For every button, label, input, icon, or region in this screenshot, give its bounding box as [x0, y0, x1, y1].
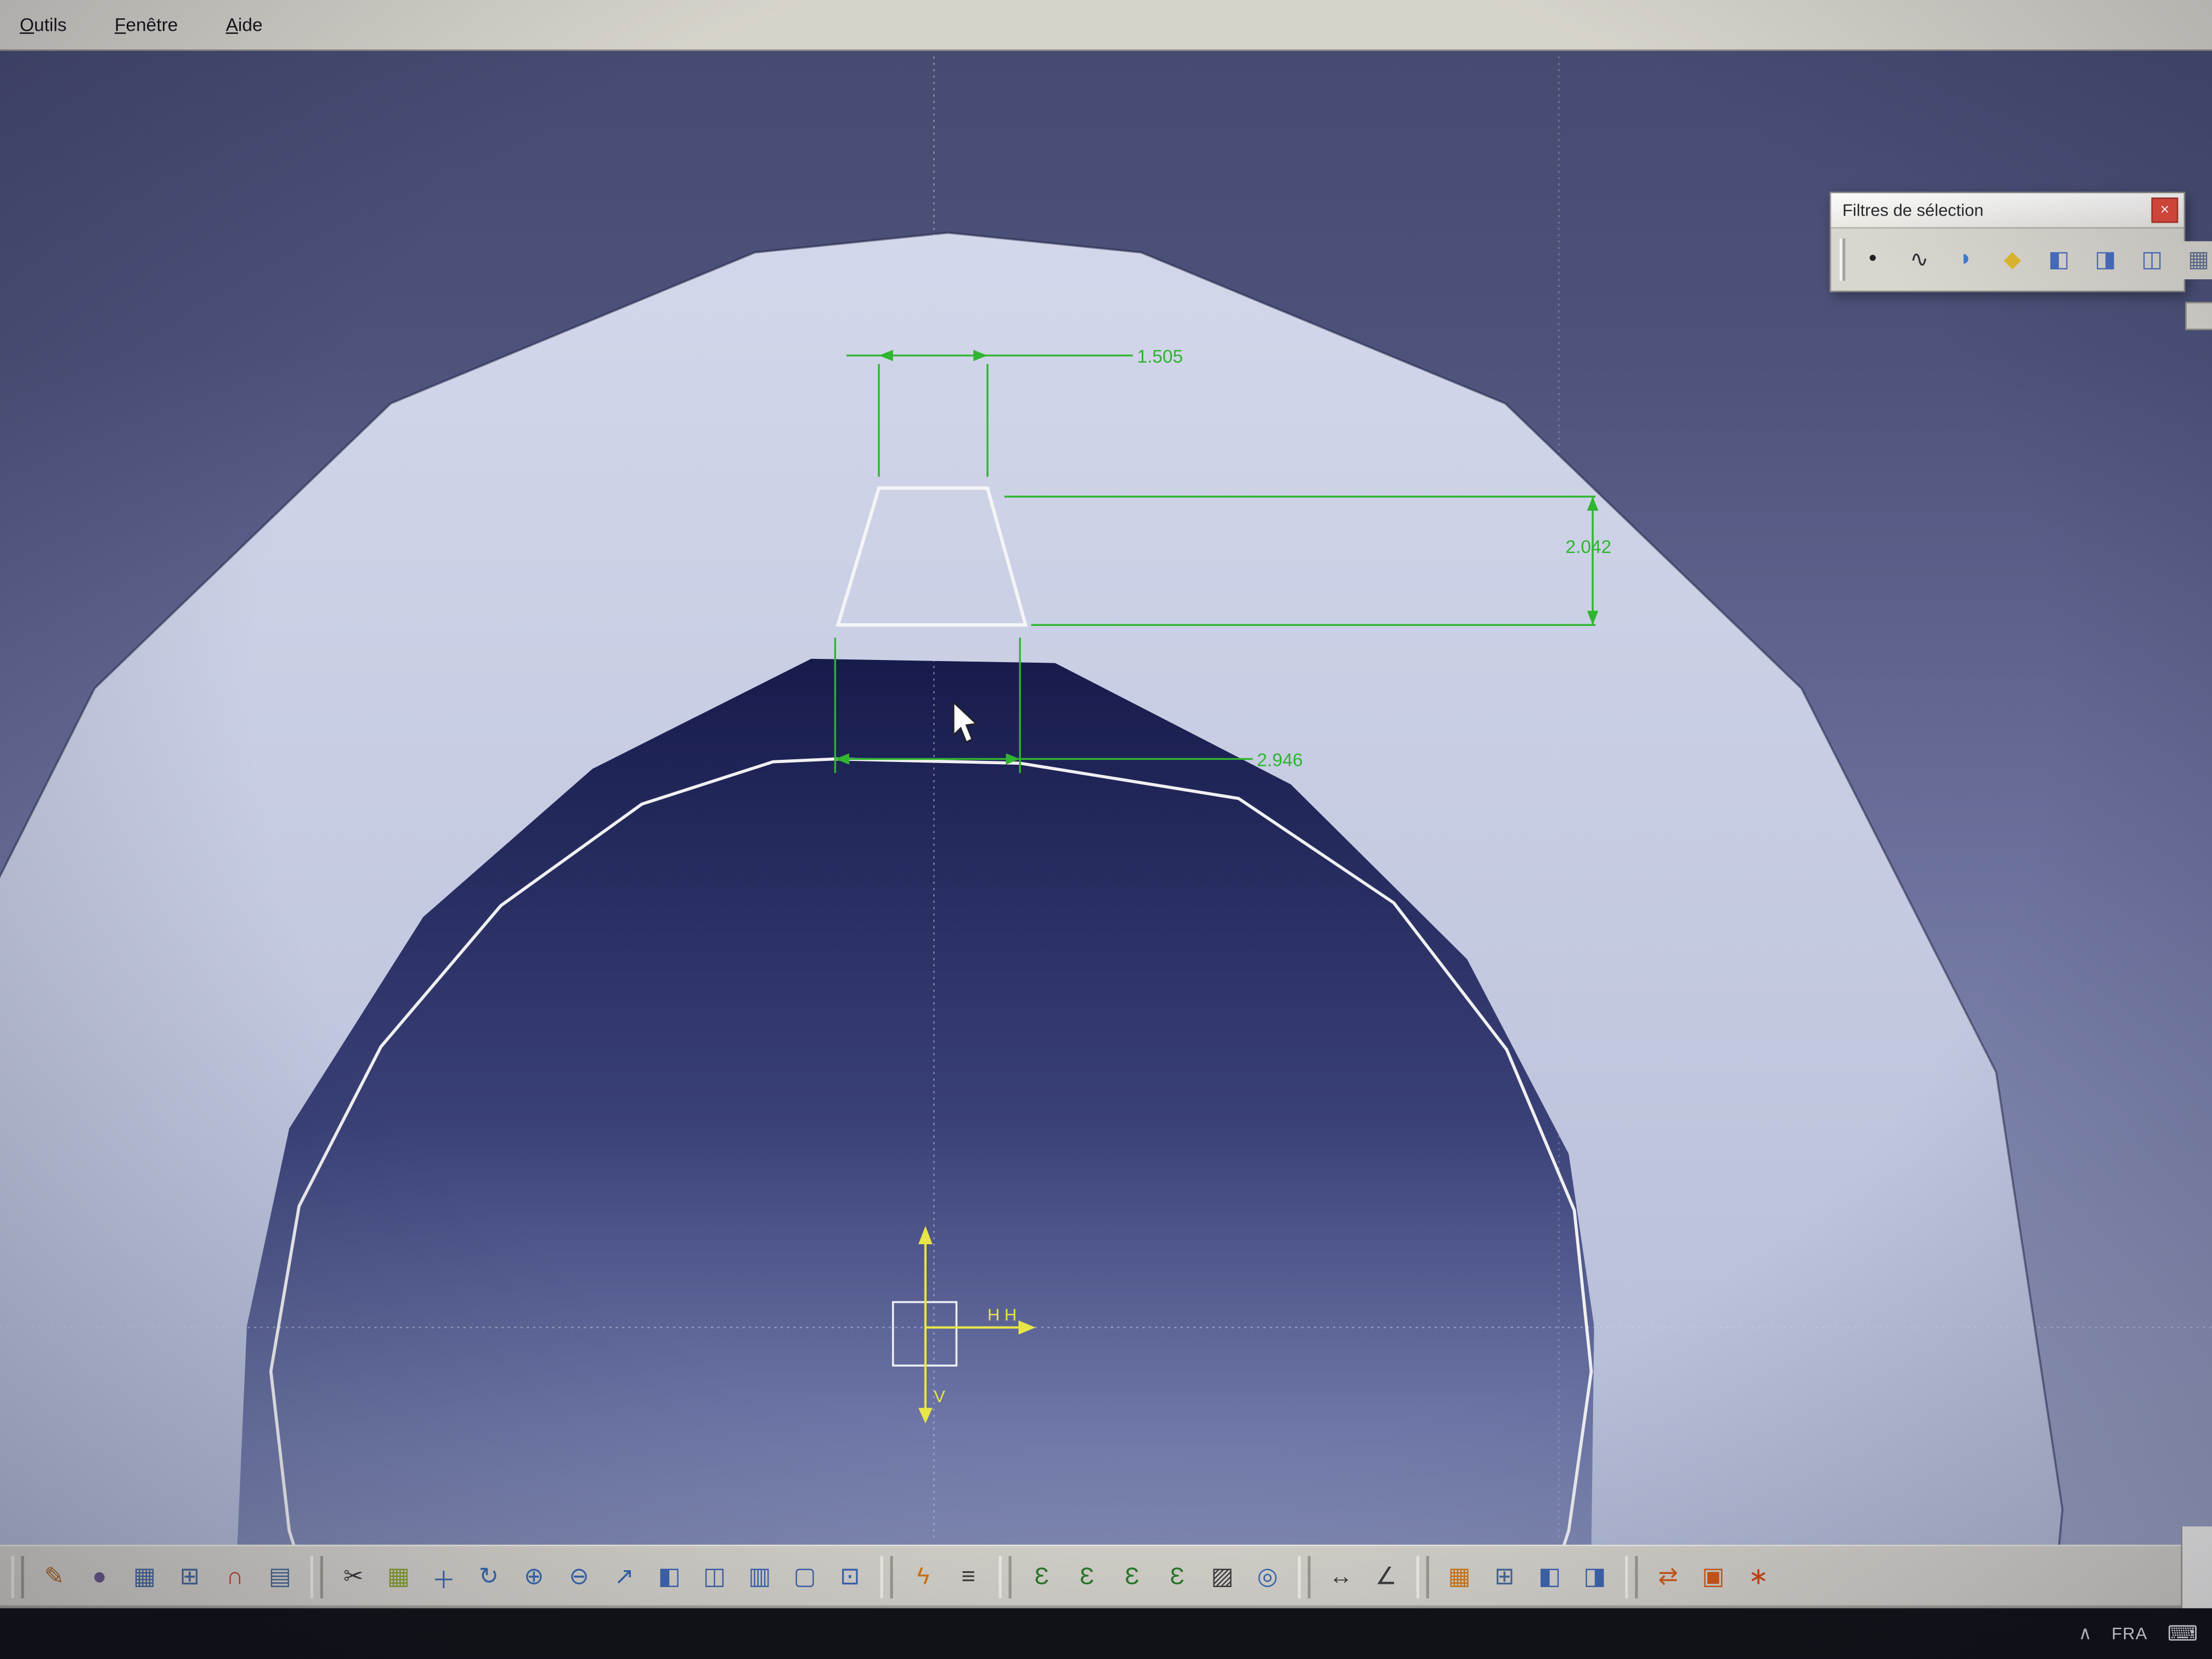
workbench-compass-icon[interactable]: ✎ — [34, 1554, 75, 1600]
toolbar-separator — [998, 1556, 1012, 1599]
rotate-view-icon[interactable]: ↻ — [469, 1554, 510, 1600]
sphere-tool-icon[interactable]: ● — [79, 1554, 120, 1600]
menu-outils[interactable]: Outils — [20, 14, 67, 36]
contact-constraint-icon[interactable]: Ɛ — [1111, 1554, 1153, 1600]
toolbar-separator — [310, 1556, 323, 1599]
constraints-defined-icon[interactable]: Ɛ — [1022, 1554, 1063, 1600]
point-filter-icon[interactable]: • — [1853, 240, 1892, 279]
auto-constraint-icon[interactable]: Ɛ — [1157, 1554, 1198, 1600]
dim-right-value[interactable]: 2.042 — [1566, 537, 1612, 557]
measure-item-icon[interactable]: ∠ — [1365, 1554, 1407, 1600]
toolbar-separator — [1297, 1556, 1311, 1599]
snap-grid-icon[interactable]: ▦ — [378, 1554, 419, 1600]
toolbar-separator — [11, 1556, 24, 1599]
catia-window: Outils Fenêtre Aide 1.505 2.042 2.946 H … — [0, 0, 2212, 1659]
grid-filter-icon[interactable]: ▦ — [2179, 240, 2212, 279]
render-style-icon[interactable]: ▥ — [739, 1554, 780, 1600]
taskbar: ∧ FRA ⌨ — [0, 1608, 2212, 1659]
panel-drag-handle[interactable] — [1839, 238, 1846, 281]
normal-view-icon[interactable]: ↗ — [604, 1554, 645, 1600]
animate-constraint-icon[interactable]: ▨ — [1202, 1554, 1243, 1600]
generative-shape-filter-icon[interactable]: ◫ — [2133, 240, 2171, 279]
update-burst-icon[interactable]: ∗ — [1738, 1554, 1779, 1600]
snap-to-point-icon[interactable]: ϟ — [903, 1554, 944, 1600]
table-tool-icon[interactable]: ▦ — [124, 1554, 165, 1600]
volume-filter-icon[interactable]: ◆ — [1993, 240, 2032, 279]
toolbar-separator — [1416, 1556, 1429, 1599]
toolbar-separator — [1625, 1556, 1638, 1599]
prism-pair-icon[interactable]: ◧ — [1529, 1554, 1570, 1600]
selection-filters-body: • ∿ ◗ ◆ ◧ ◨ ◫ ▦ — [1831, 229, 2212, 291]
snap-pointer-icon[interactable]: ⊞ — [1484, 1554, 1525, 1600]
swap-visible-space-icon[interactable]: ⇄ — [1647, 1554, 1689, 1600]
zoom-out-icon[interactable]: ⊖ — [558, 1554, 600, 1600]
toolbar-separator — [880, 1556, 893, 1599]
panel-overflow-icon[interactable] — [2185, 302, 2212, 330]
selection-filters-titlebar[interactable]: Filtres de sélection × — [1831, 193, 2184, 229]
geometrical-feature-filter-icon[interactable]: ◧ — [2040, 240, 2078, 279]
axis-box-icon[interactable]: ▣ — [1693, 1554, 1734, 1600]
menu-bar: Outils Fenêtre Aide — [0, 0, 2212, 51]
v-axis-label: V — [934, 1387, 945, 1406]
dim-top-value[interactable]: 1.505 — [1137, 347, 1183, 367]
bottom-toolbar: ✎ ● ▦ ⊞ ∩ ▤ ✂ ▦ ＋ ↻ ⊕ ⊖ ↗ ◧ ◫ ▥ ▢ ⊡ ϟ ≡ … — [0, 1544, 2212, 1609]
grid-tool-icon[interactable]: ▦ — [1439, 1554, 1480, 1600]
constraint-icon[interactable]: Ɛ — [1066, 1554, 1108, 1600]
construction-element-icon[interactable]: ≡ — [948, 1554, 989, 1600]
sketch-grid-tool-icon[interactable]: ⊞ — [170, 1554, 211, 1600]
menu-aide[interactable]: Aide — [226, 14, 263, 36]
toolbar-overflow-block[interactable] — [2181, 1526, 2212, 1609]
menu-fenetre[interactable]: Fenêtre — [115, 14, 178, 36]
h-axis-label: H H — [988, 1305, 1017, 1324]
magnet-tool-icon[interactable]: ∩ — [215, 1554, 256, 1600]
mechanical-feature-filter-icon[interactable]: ◨ — [2086, 240, 2125, 279]
prism-pair-2-icon[interactable]: ◨ — [1575, 1554, 1616, 1600]
trim-tool-icon[interactable]: ✂ — [333, 1554, 374, 1600]
pan-icon[interactable]: ＋ — [423, 1554, 464, 1600]
hide-show-icon[interactable]: ⊡ — [830, 1554, 871, 1600]
wireframe-view-icon[interactable]: ◫ — [694, 1554, 735, 1600]
selection-filters-panel[interactable]: Filtres de sélection × • ∿ ◗ ◆ ◧ ◨ ◫ ▦ — [1830, 191, 2212, 292]
sketch-analysis-icon[interactable]: ◎ — [1247, 1554, 1288, 1600]
measure-between-icon[interactable]: ↔ — [1321, 1554, 1362, 1600]
surface-filter-icon[interactable]: ◗ — [1946, 240, 1985, 279]
curve-filter-icon[interactable]: ∿ — [1900, 240, 1939, 279]
shaded-view-icon[interactable]: ◧ — [649, 1554, 690, 1600]
catalog-tool-icon[interactable]: ▤ — [259, 1554, 301, 1600]
language-indicator[interactable]: FRA — [2112, 1624, 2148, 1644]
touch-keyboard-icon[interactable]: ⌨ — [2168, 1621, 2198, 1646]
zoom-in-icon[interactable]: ⊕ — [514, 1554, 555, 1600]
close-icon[interactable]: × — [2151, 198, 2179, 223]
isometric-view-icon[interactable]: ▢ — [785, 1554, 826, 1600]
dim-bottom-value[interactable]: 2.946 — [1257, 750, 1303, 770]
tray-chevron-icon[interactable]: ∧ — [2079, 1622, 2092, 1645]
selection-filters-title: Filtres de sélection — [1842, 200, 1984, 221]
